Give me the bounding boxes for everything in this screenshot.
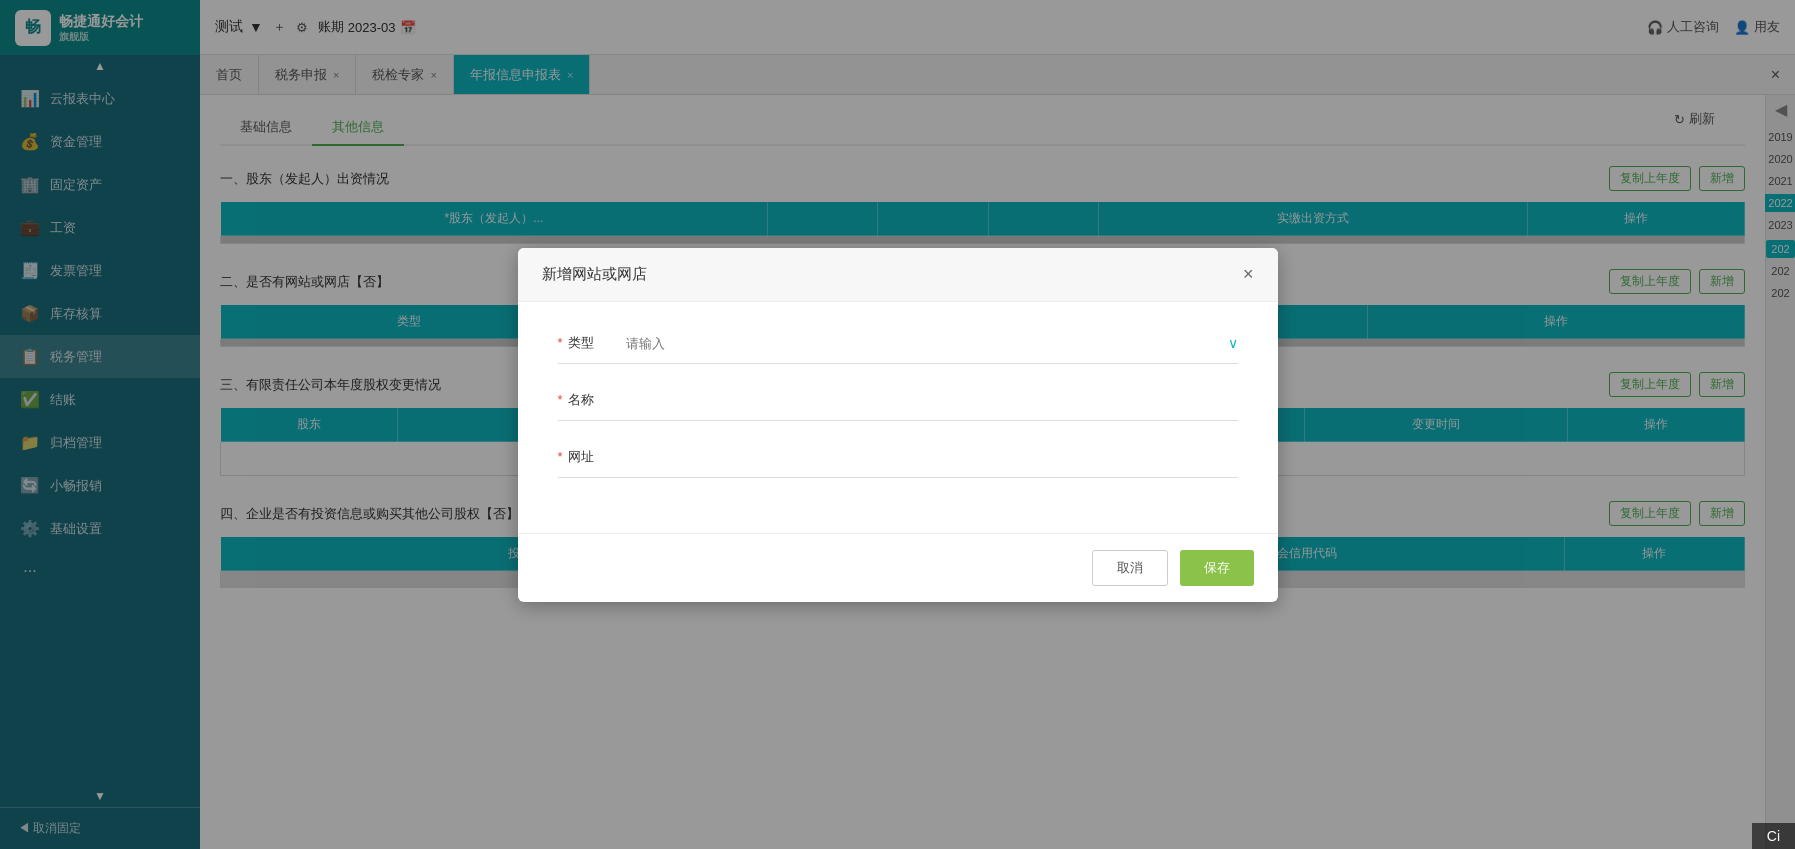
form-row-url: * 网址	[558, 446, 1238, 478]
form-row-name: * 名称	[558, 389, 1238, 421]
form-row-type: * 类型 ∨	[558, 332, 1238, 364]
cancel-button[interactable]: 取消	[1092, 550, 1168, 586]
name-required-mark: *	[558, 392, 563, 407]
modal-title: 新增网站或网店	[542, 265, 647, 284]
watermark-text: Ci	[1767, 828, 1780, 844]
url-input[interactable]	[618, 446, 1238, 469]
modal-close-btn[interactable]: ×	[1243, 264, 1254, 285]
modal-header: 新增网站或网店 ×	[518, 248, 1278, 302]
name-label: * 名称	[558, 391, 618, 409]
type-dropdown-icon[interactable]: ∨	[1228, 335, 1238, 351]
name-label-text: 名称	[568, 392, 594, 407]
url-label: * 网址	[558, 448, 618, 466]
url-required-mark: *	[558, 449, 563, 464]
modal-footer: 取消 保存	[518, 533, 1278, 602]
modal-body: * 类型 ∨ * 名称 * 网址	[518, 302, 1278, 533]
type-select-wrapper: ∨	[618, 332, 1238, 355]
watermark: Ci	[1752, 823, 1795, 849]
url-label-text: 网址	[568, 449, 594, 464]
type-required-mark: *	[558, 335, 563, 350]
modal-overlay[interactable]: 新增网站或网店 × * 类型 ∨ * 名称	[0, 0, 1795, 849]
type-label: * 类型	[558, 334, 618, 352]
type-label-text: 类型	[568, 335, 594, 350]
save-button[interactable]: 保存	[1180, 550, 1254, 586]
name-input[interactable]	[618, 389, 1238, 412]
type-input[interactable]	[618, 332, 1228, 355]
modal-add-website: 新增网站或网店 × * 类型 ∨ * 名称	[518, 248, 1278, 602]
